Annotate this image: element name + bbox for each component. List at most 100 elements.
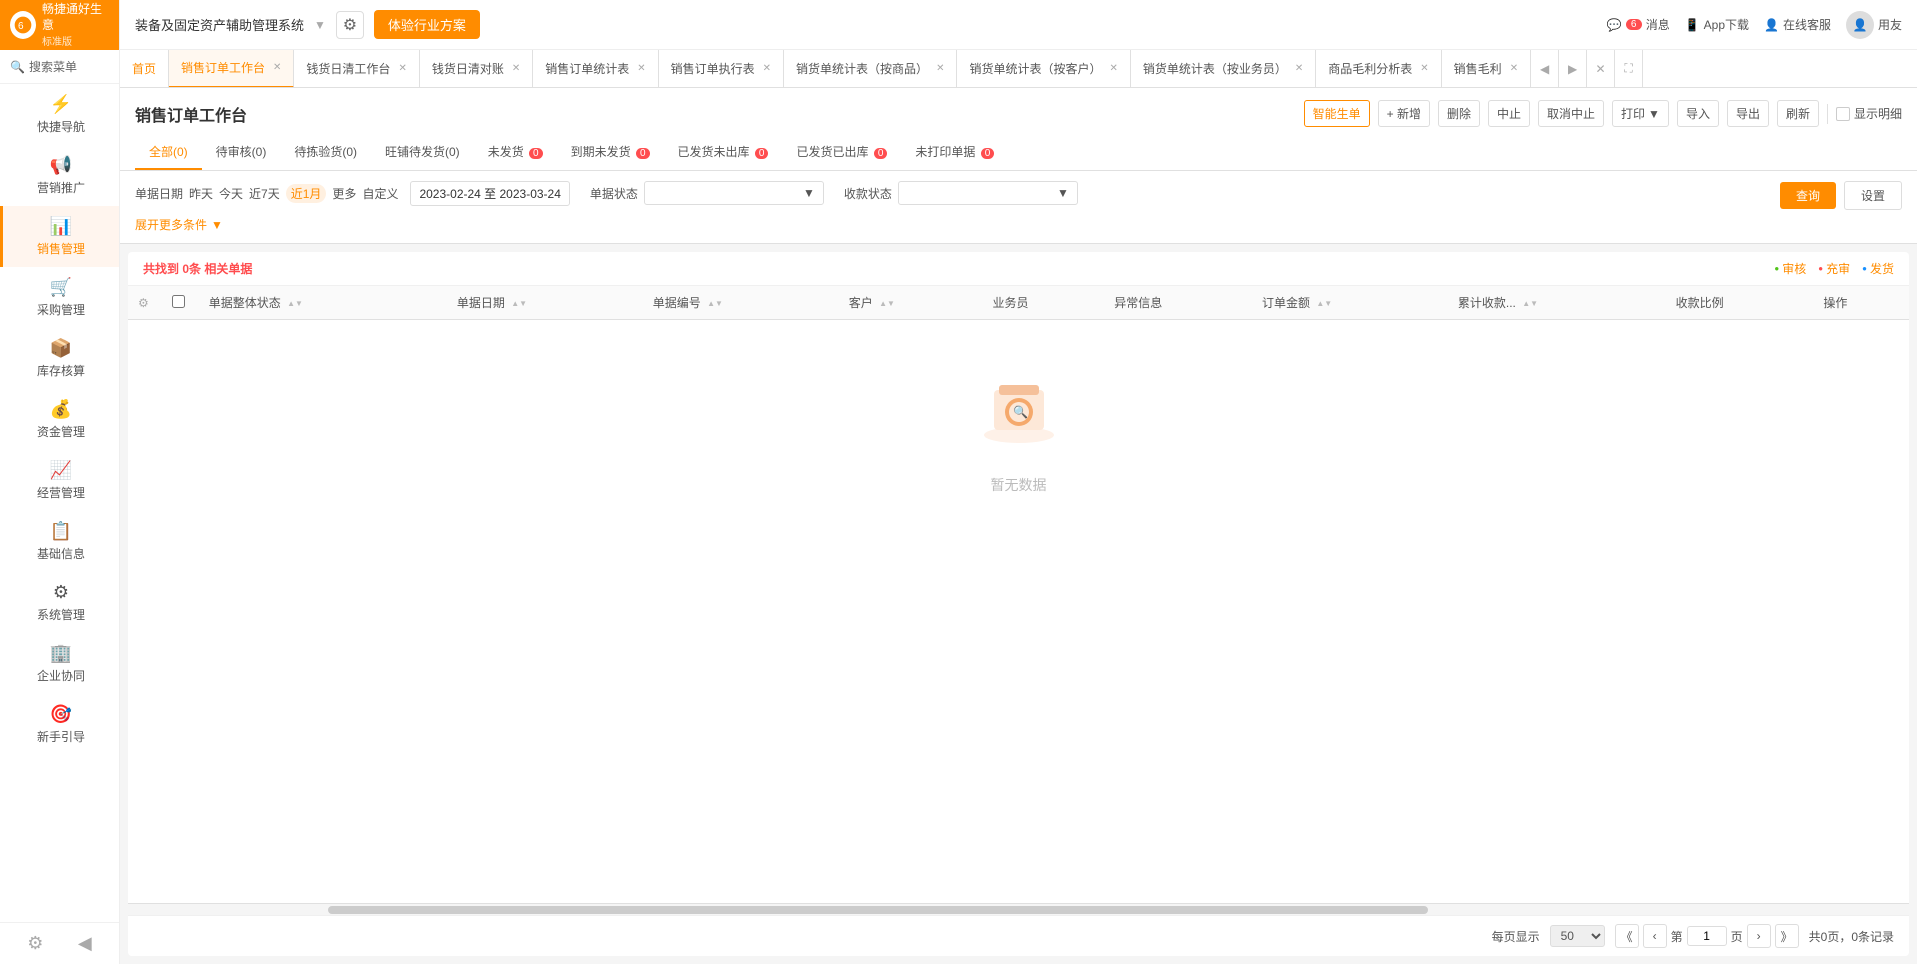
scrollbar-thumb[interactable] (328, 906, 1428, 914)
tab-sales-more[interactable]: 销售毛利 ✕ (1442, 50, 1531, 88)
filter-status-select[interactable]: ▼ (644, 181, 824, 205)
audit-btn[interactable]: 审核 (1774, 260, 1806, 277)
sub-tab-all[interactable]: 全部(0) (135, 135, 202, 170)
quicknav-label: 快捷导航 (37, 118, 85, 135)
tab-sales-exec[interactable]: 销售订单执行表 ✕ (659, 50, 784, 88)
online-service-action[interactable]: 👤 在线客服 (1764, 16, 1831, 33)
tab-sales-stats-close[interactable]: ✕ (637, 63, 645, 74)
sidebar-item-operations[interactable]: 📈 经营管理 (0, 450, 119, 511)
tab-cash-daily-close[interactable]: ✕ (398, 63, 406, 74)
date-opt-today[interactable]: 今天 (219, 185, 243, 202)
date-opt-more[interactable]: 更多 (332, 185, 356, 202)
add-btn[interactable]: + 新增 (1378, 100, 1430, 127)
system-dropdown-icon[interactable]: ▼ (314, 18, 326, 32)
tab-bar: 首页 销售订单工作台 ✕ 钱货日清工作台 ✕ 钱货日清对账 ✕ 销售订单统计表 … (120, 50, 1917, 88)
export-btn[interactable]: 导出 (1727, 100, 1769, 127)
tab-cash-verify[interactable]: 钱货日清对账 ✕ (420, 50, 533, 88)
tab-nav-next[interactable]: ▶ (1559, 50, 1587, 88)
sort-number-icon[interactable]: ▲▼ (707, 300, 723, 308)
import-btn[interactable]: 导入 (1677, 100, 1719, 127)
delete-btn[interactable]: 删除 (1438, 100, 1480, 127)
horizontal-scrollbar[interactable] (128, 903, 1909, 915)
tab-cash-daily[interactable]: 钱货日清工作台 ✕ (294, 50, 419, 88)
tab-sales-workbench-close[interactable]: ✕ (273, 62, 281, 73)
page-size-select[interactable]: 50 10 20 100 (1550, 925, 1605, 947)
sort-customer-icon[interactable]: ▲▼ (879, 300, 895, 308)
print-btn[interactable]: 打印 ▼ (1612, 100, 1669, 127)
sidebar-item-finance[interactable]: 💰 资金管理 (0, 389, 119, 450)
select-all-checkbox[interactable] (172, 295, 185, 308)
trial-button[interactable]: 体验行业方案 (374, 10, 480, 39)
revoke-btn[interactable]: 充审 (1818, 260, 1850, 277)
tab-fullscreen[interactable]: ⛶ (1615, 50, 1643, 88)
filter-date-range[interactable]: 2023-02-24 至 2023-03-24 (410, 181, 569, 206)
sub-tab-pending-review[interactable]: 待审核(0) (202, 135, 281, 170)
date-opt-1month[interactable]: 近1月 (286, 184, 327, 203)
tab-sales-by-staff-close[interactable]: ✕ (1295, 63, 1303, 74)
sub-tab-wangpu[interactable]: 旺铺待发货(0) (371, 135, 474, 170)
sort-date-icon[interactable]: ▲▼ (511, 300, 527, 308)
sub-tab-shipped-not-out[interactable]: 已发货未出库 0 (664, 135, 783, 170)
last-page-btn[interactable]: 》 (1775, 924, 1799, 948)
app-download-action[interactable]: 📱 App下载 (1685, 16, 1749, 33)
smart-create-btn[interactable]: 智能生单 (1304, 100, 1370, 127)
sidebar-item-quicknav[interactable]: ⚡ 快捷导航 (0, 84, 119, 145)
tab-sales-stats[interactable]: 销售订单统计表 ✕ (533, 50, 658, 88)
user-action[interactable]: 👤 用友 (1846, 11, 1902, 39)
expand-filter-btn[interactable]: 展开更多条件 ▼ (135, 216, 223, 233)
sidebar-item-guide[interactable]: 🎯 新手引导 (0, 694, 119, 755)
query-btn[interactable]: 查询 (1780, 182, 1836, 209)
sidebar-item-enterprise[interactable]: 🏢 企业协同 (0, 633, 119, 694)
sidebar-item-basic[interactable]: 📋 基础信息 (0, 511, 119, 572)
cancel-suspend-btn[interactable]: 取消中止 (1538, 100, 1604, 127)
sidebar-item-purchase[interactable]: 🛒 采购管理 (0, 267, 119, 328)
sort-amount-icon[interactable]: ▲▼ (1316, 300, 1332, 308)
sidebar-item-sales[interactable]: 📊 销售管理 (0, 206, 119, 267)
settings-bottom-btn[interactable]: ⚙ (27, 933, 43, 954)
tab-sales-by-product-close[interactable]: ✕ (936, 63, 944, 74)
tab-gross-profit-close[interactable]: ✕ (1420, 63, 1428, 74)
show-detail-checkbox[interactable] (1836, 107, 1850, 121)
page-input[interactable] (1687, 926, 1727, 946)
message-action[interactable]: 💬 6 消息 (1607, 16, 1670, 33)
tab-sales-by-product[interactable]: 销货单统计表（按商品） ✕ (784, 50, 957, 88)
sidebar-search[interactable]: 🔍 搜索菜单 (0, 50, 119, 84)
ship-btn[interactable]: 发货 (1862, 260, 1894, 277)
first-page-btn[interactable]: 《 (1615, 924, 1639, 948)
refresh-btn[interactable]: 刷新 (1777, 100, 1819, 127)
tab-nav-prev[interactable]: ◀ (1531, 50, 1559, 88)
tab-close-all[interactable]: ✕ (1587, 50, 1615, 88)
col-checkbox[interactable] (159, 286, 199, 320)
tab-sales-by-customer[interactable]: 销货单统计表（按客户） ✕ (957, 50, 1130, 88)
prev-page-btn[interactable]: ‹ (1643, 924, 1667, 948)
tab-sales-more-close[interactable]: ✕ (1510, 63, 1518, 74)
sidebar-item-system[interactable]: ⚙ 系统管理 (0, 572, 119, 633)
tab-sales-exec-close[interactable]: ✕ (763, 63, 771, 74)
filter-payment-select[interactable]: ▼ (898, 181, 1078, 205)
col-settings[interactable]: ⚙ (128, 286, 159, 320)
header-settings-btn[interactable]: ⚙ (336, 11, 364, 39)
next-page-btn[interactable]: › (1747, 924, 1771, 948)
sidebar-item-marketing[interactable]: 📢 营销推广 (0, 145, 119, 206)
date-opt-7days[interactable]: 近7天 (249, 185, 280, 202)
sub-tab-pending-inspect[interactable]: 待拣验货(0) (280, 135, 371, 170)
date-opt-yesterday[interactable]: 昨天 (189, 185, 213, 202)
tab-sales-by-customer-close[interactable]: ✕ (1109, 63, 1117, 74)
tab-sales-workbench[interactable]: 销售订单工作台 ✕ (169, 50, 294, 88)
show-detail-toggle[interactable]: 显示明细 (1836, 105, 1902, 122)
tab-sales-by-staff[interactable]: 销货单统计表（按业务员） ✕ (1131, 50, 1316, 88)
sub-tab-shipped-out[interactable]: 已发货已出库 0 (782, 135, 901, 170)
sub-tab-expired[interactable]: 到期未发货 0 (557, 135, 664, 170)
sub-tab-not-printed[interactable]: 未打印单据 0 (901, 135, 1008, 170)
tab-gross-profit[interactable]: 商品毛利分析表 ✕ (1316, 50, 1441, 88)
sort-collected-icon[interactable]: ▲▼ (1522, 300, 1538, 308)
sub-tab-not-shipped[interactable]: 未发货 0 (474, 135, 557, 170)
date-opt-custom[interactable]: 自定义 (362, 185, 398, 202)
filter-settings-btn[interactable]: 设置 (1844, 181, 1902, 210)
sort-status-icon[interactable]: ▲▼ (287, 300, 303, 308)
sidebar-item-inventory[interactable]: 📦 库存核算 (0, 328, 119, 389)
tab-cash-verify-close[interactable]: ✕ (512, 63, 520, 74)
tab-home[interactable]: 首页 (120, 50, 169, 88)
collapse-btn[interactable]: ◀ (78, 933, 92, 954)
suspend-btn[interactable]: 中止 (1488, 100, 1530, 127)
